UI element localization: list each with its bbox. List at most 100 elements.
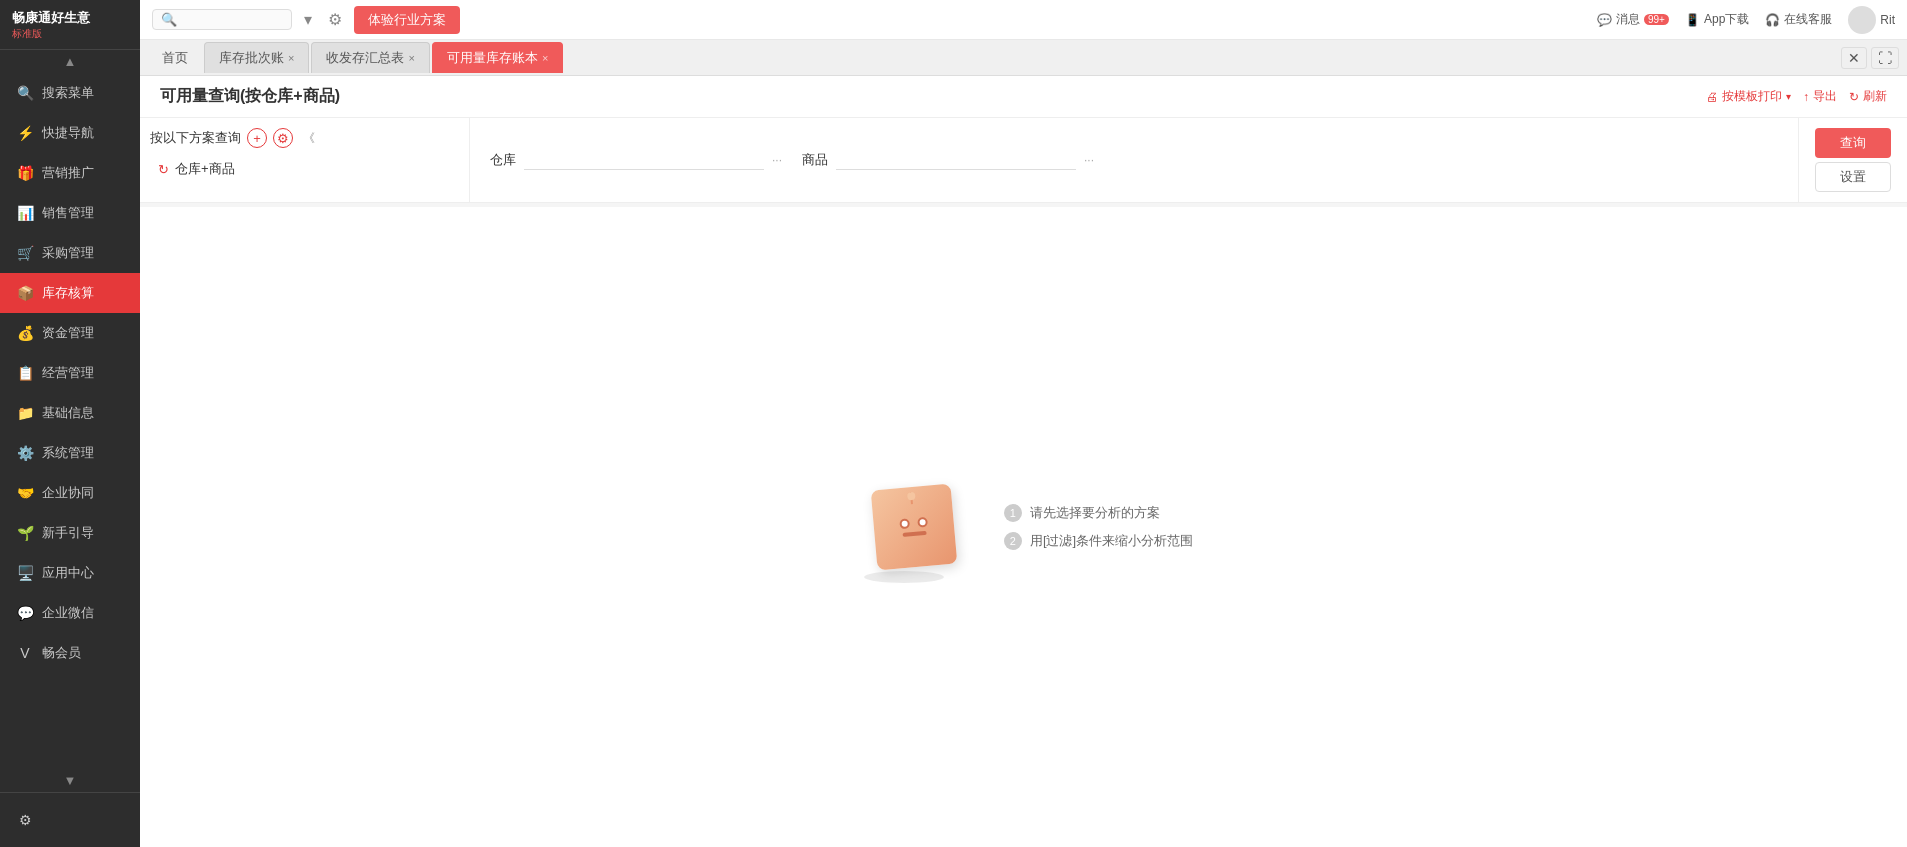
settings-bottom-icon: ⚙ bbox=[16, 812, 34, 828]
filter-product-input[interactable] bbox=[836, 150, 1076, 170]
topbar-message[interactable]: 💬 消息 99+ bbox=[1597, 11, 1669, 28]
app-download-label: App下载 bbox=[1704, 11, 1749, 28]
sidebar-item-icon-member: V bbox=[16, 645, 34, 661]
filter-product: 商品 ··· bbox=[802, 150, 1094, 170]
sidebar-item-search[interactable]: 🔍 搜索菜单 bbox=[0, 73, 140, 113]
sidebar-item-basic-info[interactable]: 📁 基础信息 bbox=[0, 393, 140, 433]
tab-batch-accounts[interactable]: 库存批次账 × bbox=[204, 42, 309, 73]
settings-button[interactable]: 设置 bbox=[1815, 162, 1891, 192]
print-label: 按模板打印 bbox=[1722, 88, 1782, 105]
topbar: 🔍 ▾ ⚙ 体验行业方案 💬 消息 99+ 📱 App下载 🎧 在线客服 R bbox=[140, 0, 1907, 40]
sidebar-item-sales[interactable]: 📊 销售管理 bbox=[0, 193, 140, 233]
topbar-user[interactable]: Rit bbox=[1848, 6, 1895, 34]
tab-home[interactable]: 首页 bbox=[148, 43, 202, 73]
scheme-item-label: 仓库+商品 bbox=[175, 160, 235, 178]
topbar-online-service[interactable]: 🎧 在线客服 bbox=[1765, 11, 1832, 28]
refresh-button[interactable]: ↻ 刷新 bbox=[1849, 88, 1887, 105]
query-button[interactable]: 查询 bbox=[1815, 128, 1891, 158]
sidebar-item-icon-sales: 📊 bbox=[16, 205, 34, 221]
username-text: Rit bbox=[1880, 13, 1895, 27]
tip-num-2: 2 bbox=[1004, 532, 1022, 550]
tab-batch-accounts-label: 库存批次账 bbox=[219, 49, 284, 67]
industry-solution-button[interactable]: 体验行业方案 bbox=[354, 6, 460, 34]
filter-product-dots[interactable]: ··· bbox=[1084, 153, 1094, 167]
avatar bbox=[1848, 6, 1876, 34]
message-label: 消息 bbox=[1616, 11, 1640, 28]
scheme-item-warehouse-product[interactable]: ↻ 仓库+商品 bbox=[150, 156, 459, 182]
sidebar-scroll-down[interactable]: ▼ bbox=[0, 769, 140, 792]
sidebar-item-icon-marketing-promo: 🎁 bbox=[16, 165, 34, 181]
add-scheme-button[interactable]: + bbox=[247, 128, 267, 148]
sidebar-item-enterprise[interactable]: 🤝 企业协同 bbox=[0, 473, 140, 513]
export-label: 导出 bbox=[1813, 88, 1837, 105]
refresh-label: 刷新 bbox=[1863, 88, 1887, 105]
sidebar-item-label-inventory: 库存核算 bbox=[42, 284, 94, 302]
tip-text-2: 用[过滤]条件来缩小分析范围 bbox=[1030, 532, 1193, 550]
topbar-app-download[interactable]: 📱 App下载 bbox=[1685, 11, 1749, 28]
sidebar-item-icon-newbie: 🌱 bbox=[16, 525, 34, 541]
sidebar-item-label-system: 系统管理 bbox=[42, 444, 94, 462]
tab-batch-accounts-close[interactable]: × bbox=[288, 52, 294, 64]
sidebar-item-settings-bottom[interactable]: ⚙ bbox=[0, 801, 140, 839]
empty-tip-2: 2 用[过滤]条件来缩小分析范围 bbox=[1004, 532, 1193, 550]
tab-available-ledger-close[interactable]: × bbox=[542, 52, 548, 64]
sidebar-item-icon-enterprise-wechat: 💬 bbox=[16, 605, 34, 621]
robot-shadow bbox=[864, 571, 944, 583]
filter-warehouse-dots[interactable]: ··· bbox=[772, 153, 782, 167]
sidebar-logo-title: 畅康通好生意 bbox=[12, 10, 128, 27]
service-icon: 🎧 bbox=[1765, 13, 1780, 27]
sidebar-item-icon-enterprise: 🤝 bbox=[16, 485, 34, 501]
empty-state: 1 请先选择要分析的方案 2 用[过滤]条件来缩小分析范围 bbox=[140, 207, 1907, 847]
page-actions: 🖨 按模板打印 ▾ ↑ 导出 ↻ 刷新 bbox=[1706, 88, 1887, 105]
tab-home-label: 首页 bbox=[162, 49, 188, 67]
sidebar-item-shortcut[interactable]: ⚡ 快捷导航 bbox=[0, 113, 140, 153]
sidebar-item-label-purchase: 采购管理 bbox=[42, 244, 94, 262]
topbar-gear-icon[interactable]: ⚙ bbox=[324, 10, 346, 29]
tip-text-1: 请先选择要分析的方案 bbox=[1030, 504, 1160, 522]
sidebar-item-enterprise-wechat[interactable]: 💬 企业微信 bbox=[0, 593, 140, 633]
sidebar-item-system[interactable]: ⚙️ 系统管理 bbox=[0, 433, 140, 473]
sidebar-item-label-enterprise: 企业协同 bbox=[42, 484, 94, 502]
tab-maximize-btn[interactable]: ⛶ bbox=[1871, 47, 1899, 69]
app-icon: 📱 bbox=[1685, 13, 1700, 27]
filter-warehouse-input[interactable] bbox=[524, 150, 764, 170]
sidebar-item-purchase[interactable]: 🛒 采购管理 bbox=[0, 233, 140, 273]
sidebar-item-icon-purchase: 🛒 bbox=[16, 245, 34, 261]
collapse-scheme-icon[interactable]: 《 bbox=[299, 128, 319, 148]
empty-tips: 1 请先选择要分析的方案 2 用[过滤]条件来缩小分析范围 bbox=[1004, 504, 1193, 550]
scheme-header-label: 按以下方案查询 bbox=[150, 129, 241, 147]
sidebar-scroll-up[interactable]: ▲ bbox=[0, 50, 140, 73]
topbar-search-input[interactable] bbox=[181, 13, 281, 27]
sidebar-item-label-newbie: 新手引导 bbox=[42, 524, 94, 542]
query-scheme-header: 按以下方案查询 + ⚙ 《 bbox=[150, 128, 459, 148]
sidebar-item-app-center[interactable]: 🖥️ 应用中心 bbox=[0, 553, 140, 593]
sidebar-item-marketing-promo[interactable]: 🎁 营销推广 bbox=[0, 153, 140, 193]
sidebar-item-label-finance: 资金管理 bbox=[42, 324, 94, 342]
print-button[interactable]: 🖨 按模板打印 ▾ bbox=[1706, 88, 1791, 105]
empty-tip-1: 1 请先选择要分析的方案 bbox=[1004, 504, 1193, 522]
tabs-actions: ✕ ⛶ bbox=[1841, 47, 1899, 69]
manage-scheme-button[interactable]: ⚙ bbox=[273, 128, 293, 148]
topbar-dropdown[interactable]: ▾ bbox=[300, 10, 316, 29]
message-icon: 💬 bbox=[1597, 13, 1612, 27]
tab-available-ledger[interactable]: 可用量库存账本 × bbox=[432, 42, 563, 73]
robot-face bbox=[879, 492, 948, 561]
sidebar-item-newbie[interactable]: 🌱 新手引导 bbox=[0, 513, 140, 553]
robot-illustration bbox=[871, 484, 958, 571]
sidebar-item-icon-search: 🔍 bbox=[16, 85, 34, 101]
tab-inventory-summary[interactable]: 收发存汇总表 × bbox=[311, 42, 429, 73]
sidebar-item-icon-app-center: 🖥️ bbox=[16, 565, 34, 581]
sidebar-item-label-app-center: 应用中心 bbox=[42, 564, 94, 582]
tab-close-all-btn[interactable]: ✕ bbox=[1841, 47, 1867, 69]
sidebar-item-label-search: 搜索菜单 bbox=[42, 84, 94, 102]
sidebar-item-finance[interactable]: 💰 资金管理 bbox=[0, 313, 140, 353]
sidebar-item-label-basic-info: 基础信息 bbox=[42, 404, 94, 422]
export-button[interactable]: ↑ 导出 bbox=[1803, 88, 1837, 105]
page-title: 可用量查询(按仓库+商品) bbox=[160, 86, 1706, 107]
sidebar-item-icon-basic-info: 📁 bbox=[16, 405, 34, 421]
sidebar-item-inventory[interactable]: 📦 库存核算 bbox=[0, 273, 140, 313]
sidebar-item-member[interactable]: V 畅会员 bbox=[0, 633, 140, 673]
tab-inventory-summary-close[interactable]: × bbox=[408, 52, 414, 64]
topbar-search-box[interactable]: 🔍 bbox=[152, 9, 292, 30]
sidebar-item-operations[interactable]: 📋 经营管理 bbox=[0, 353, 140, 393]
